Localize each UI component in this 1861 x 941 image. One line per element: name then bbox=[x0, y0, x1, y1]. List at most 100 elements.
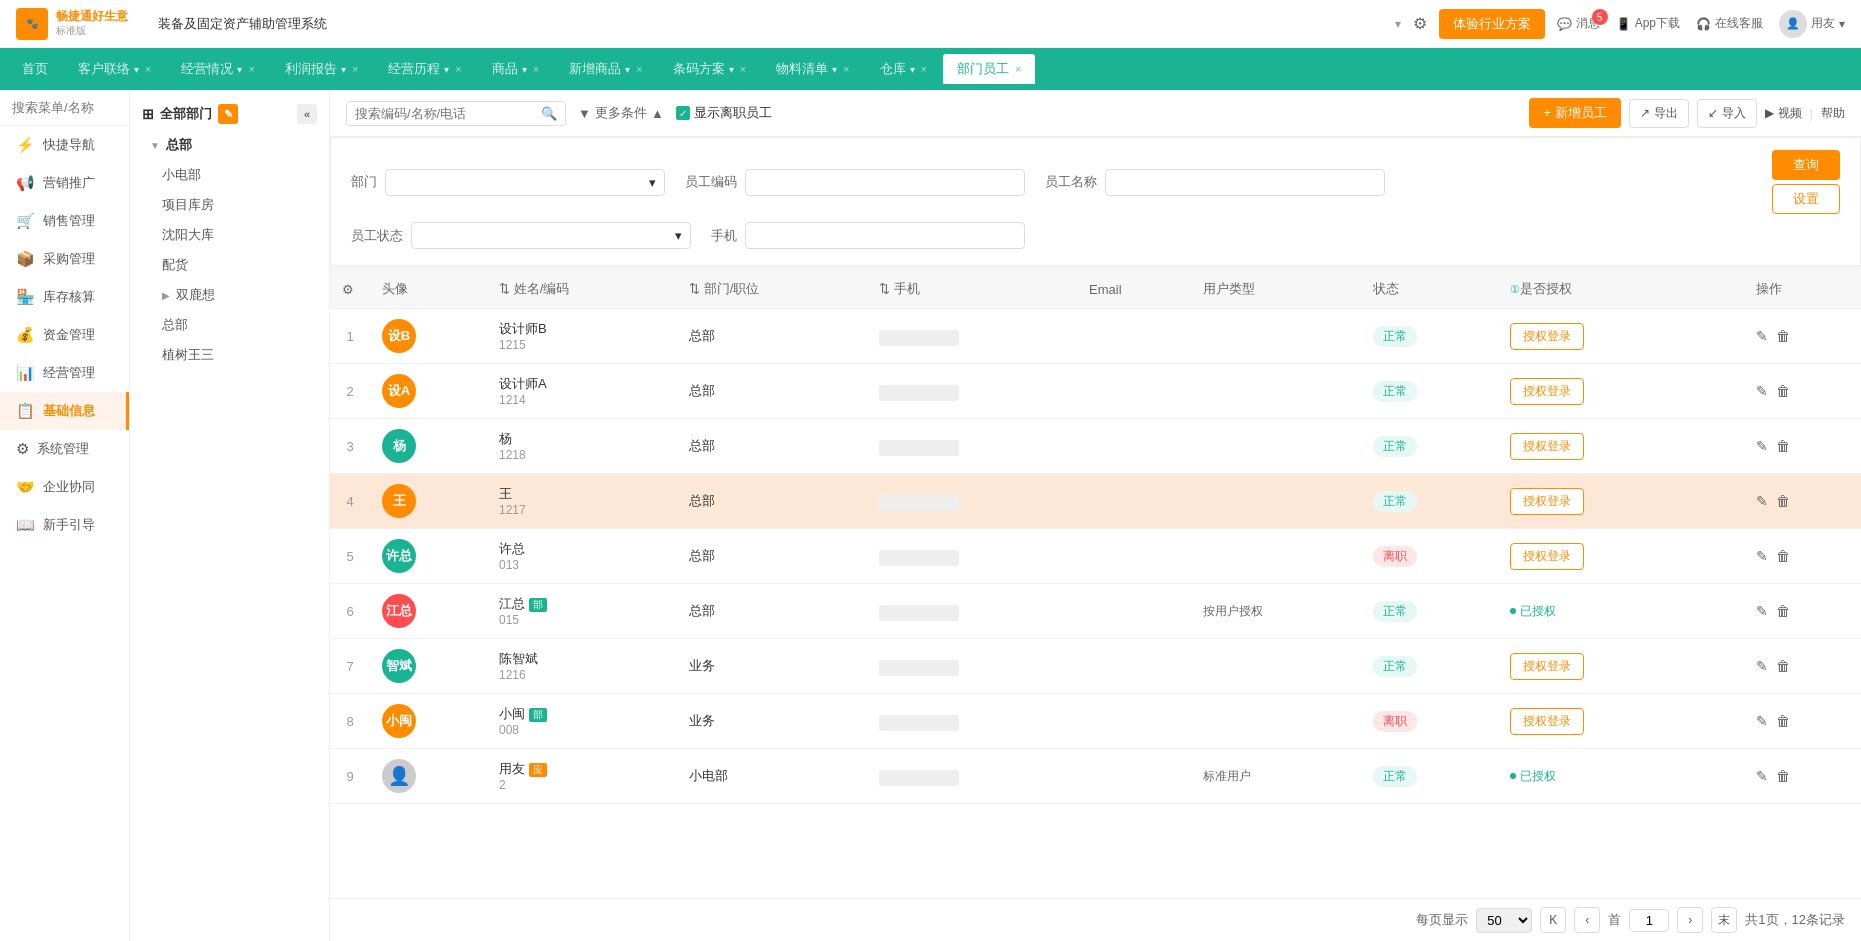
edit-button[interactable]: ✎ bbox=[1756, 493, 1768, 509]
tab-close-dept-staff[interactable]: × bbox=[1015, 63, 1021, 75]
dept-item-xiaodian[interactable]: 小电部 bbox=[130, 160, 329, 190]
tab-close-bom[interactable]: × bbox=[843, 63, 849, 75]
last-page-button[interactable]: 末 bbox=[1711, 907, 1737, 933]
delete-button[interactable]: 🗑 bbox=[1776, 768, 1790, 784]
tab-close-history[interactable]: × bbox=[455, 63, 461, 75]
phone-input[interactable] bbox=[745, 222, 1025, 249]
emp-name-input[interactable] bbox=[1105, 169, 1385, 196]
col-dept[interactable]: ⇅ 部门/职位 bbox=[677, 270, 867, 309]
tab-profit[interactable]: 利润报告▾× bbox=[271, 54, 372, 84]
page-number-input[interactable] bbox=[1629, 909, 1669, 932]
edit-button[interactable]: ✎ bbox=[1756, 603, 1768, 619]
auth-button[interactable]: 授权登录 bbox=[1510, 488, 1584, 515]
auth-button[interactable]: 授权登录 bbox=[1510, 378, 1584, 405]
tab-close-warehouse[interactable]: × bbox=[921, 63, 927, 75]
sidebar-item-system[interactable]: ⚙系统管理 bbox=[0, 430, 129, 468]
auth-button[interactable]: 授权登录 bbox=[1510, 543, 1584, 570]
edit-button[interactable]: ✎ bbox=[1756, 328, 1768, 344]
tab-history[interactable]: 经营历程▾× bbox=[374, 54, 475, 84]
set-button[interactable]: 设置 bbox=[1772, 184, 1840, 214]
sidebar-item-marketing[interactable]: 📢营销推广 bbox=[0, 164, 129, 202]
dept-item-zongbu[interactable]: 总部 bbox=[130, 310, 329, 340]
dept-item-shenyang[interactable]: 沈阳大库 bbox=[130, 220, 329, 250]
tab-barcode[interactable]: 条码方案▾× bbox=[659, 54, 760, 84]
auth-button[interactable]: 授权登录 bbox=[1510, 653, 1584, 680]
add-employee-button[interactable]: + 新增员工 bbox=[1529, 98, 1620, 128]
delete-button[interactable]: 🗑 bbox=[1776, 603, 1790, 619]
more-filter-btn[interactable]: ▼ 更多条件 ▲ bbox=[578, 104, 664, 122]
sidebar-item-basic-info[interactable]: 📋基础信息 bbox=[0, 392, 129, 430]
auth-button[interactable]: 授权登录 bbox=[1510, 708, 1584, 735]
sidebar-item-purchase[interactable]: 📦采购管理 bbox=[0, 240, 129, 278]
help-button[interactable]: 帮助 bbox=[1821, 105, 1845, 122]
online-service-button[interactable]: 🎧 在线客服 bbox=[1696, 15, 1763, 32]
search-icon[interactable]: 🔍 bbox=[541, 106, 557, 121]
dept-filter-select[interactable]: ▾ bbox=[385, 169, 665, 196]
col-name[interactable]: ⇅ 姓名/编码 bbox=[487, 270, 677, 309]
export-button[interactable]: ↗ 导出 bbox=[1629, 99, 1689, 128]
edit-button[interactable]: ✎ bbox=[1756, 383, 1768, 399]
tab-customer[interactable]: 客户联络▾× bbox=[64, 54, 165, 84]
tab-close-goods[interactable]: × bbox=[533, 63, 539, 75]
next-page-button[interactable]: › bbox=[1677, 907, 1703, 933]
auth-button[interactable]: 授权登录 bbox=[1510, 323, 1584, 350]
query-button[interactable]: 查询 bbox=[1772, 150, 1840, 180]
dept-item-projectroom[interactable]: 项目库房 bbox=[130, 190, 329, 220]
delete-button[interactable]: 🗑 bbox=[1776, 493, 1790, 509]
tab-dept-staff[interactable]: 部门员工× bbox=[943, 54, 1035, 84]
dept-item-shuanglu[interactable]: ▶ 双鹿想 bbox=[130, 280, 329, 310]
show-resigned-checkbox[interactable]: ✓ bbox=[676, 106, 690, 120]
tab-close-profit[interactable]: × bbox=[352, 63, 358, 75]
delete-button[interactable]: 🗑 bbox=[1776, 328, 1790, 344]
delete-button[interactable]: 🗑 bbox=[1776, 548, 1790, 564]
tab-close-customer[interactable]: × bbox=[145, 63, 151, 75]
sidebar-item-sales[interactable]: 🛒销售管理 bbox=[0, 202, 129, 240]
sidebar-item-finance[interactable]: 💰资金管理 bbox=[0, 316, 129, 354]
sidebar-item-collab[interactable]: 🤝企业协同 bbox=[0, 468, 129, 506]
dept-item-peihuo[interactable]: 配货 bbox=[130, 250, 329, 280]
delete-button[interactable]: 🗑 bbox=[1776, 713, 1790, 729]
settings-icon[interactable]: ⚙ bbox=[1413, 14, 1427, 33]
delete-button[interactable]: 🗑 bbox=[1776, 383, 1790, 399]
sidebar-item-operations[interactable]: 📊经营管理 bbox=[0, 354, 129, 392]
tab-warehouse[interactable]: 仓库▾× bbox=[866, 54, 941, 84]
user-area[interactable]: 👤 用友 ▾ bbox=[1779, 10, 1845, 38]
import-button[interactable]: ↙ 导入 bbox=[1697, 99, 1757, 128]
trial-button[interactable]: 体验行业方案 bbox=[1439, 9, 1545, 39]
tab-close-operations[interactable]: × bbox=[248, 63, 254, 75]
delete-button[interactable]: 🗑 bbox=[1776, 658, 1790, 674]
app-download-button[interactable]: 📱 App下载 bbox=[1616, 15, 1680, 32]
delete-button[interactable]: 🗑 bbox=[1776, 438, 1790, 454]
edit-button[interactable]: ✎ bbox=[1756, 548, 1768, 564]
col-settings[interactable]: ⚙ bbox=[330, 270, 370, 309]
dept-item-zhushu[interactable]: 植树王三 bbox=[130, 340, 329, 370]
emp-status-select[interactable]: ▾ bbox=[411, 222, 691, 249]
tab-operations[interactable]: 经营情况▾× bbox=[167, 54, 268, 84]
per-page-select[interactable]: 50 100 bbox=[1476, 908, 1532, 933]
dept-edit-icon[interactable]: ✎ bbox=[218, 104, 238, 124]
tab-home[interactable]: 首页 bbox=[8, 54, 62, 84]
edit-button[interactable]: ✎ bbox=[1756, 658, 1768, 674]
edit-button[interactable]: ✎ bbox=[1756, 713, 1768, 729]
first-page-button[interactable]: K bbox=[1540, 907, 1566, 933]
edit-button[interactable]: ✎ bbox=[1756, 768, 1768, 784]
system-dropdown-btn[interactable]: ▾ bbox=[1395, 17, 1401, 31]
auth-button[interactable]: 授权登录 bbox=[1510, 433, 1584, 460]
messages-button[interactable]: 💬 消息 5 bbox=[1557, 15, 1600, 32]
emp-code-input[interactable] bbox=[745, 169, 1025, 196]
edit-button[interactable]: ✎ bbox=[1756, 438, 1768, 454]
tab-bom[interactable]: 物料清单▾× bbox=[762, 54, 863, 84]
dept-item-headquarters-group[interactable]: ▼ 总部 bbox=[130, 130, 329, 160]
view-button[interactable]: ▶ 视频 bbox=[1765, 105, 1802, 122]
prev-page-button[interactable]: ‹ bbox=[1574, 907, 1600, 933]
sidebar-item-quick-nav[interactable]: ⚡快捷导航 bbox=[0, 126, 129, 164]
search-input[interactable] bbox=[355, 106, 535, 121]
sidebar-item-guide[interactable]: 📖新手引导 bbox=[0, 506, 129, 544]
tab-close-new-goods[interactable]: × bbox=[636, 63, 642, 75]
dept-collapse-btn[interactable]: « bbox=[297, 104, 317, 124]
col-phone[interactable]: ⇅ 手机 bbox=[867, 270, 1077, 309]
sidebar-item-inventory[interactable]: 🏪库存核算 bbox=[0, 278, 129, 316]
tab-close-barcode[interactable]: × bbox=[740, 63, 746, 75]
tab-goods[interactable]: 商品▾× bbox=[478, 54, 553, 84]
tab-new-goods[interactable]: 新增商品▾× bbox=[555, 54, 656, 84]
